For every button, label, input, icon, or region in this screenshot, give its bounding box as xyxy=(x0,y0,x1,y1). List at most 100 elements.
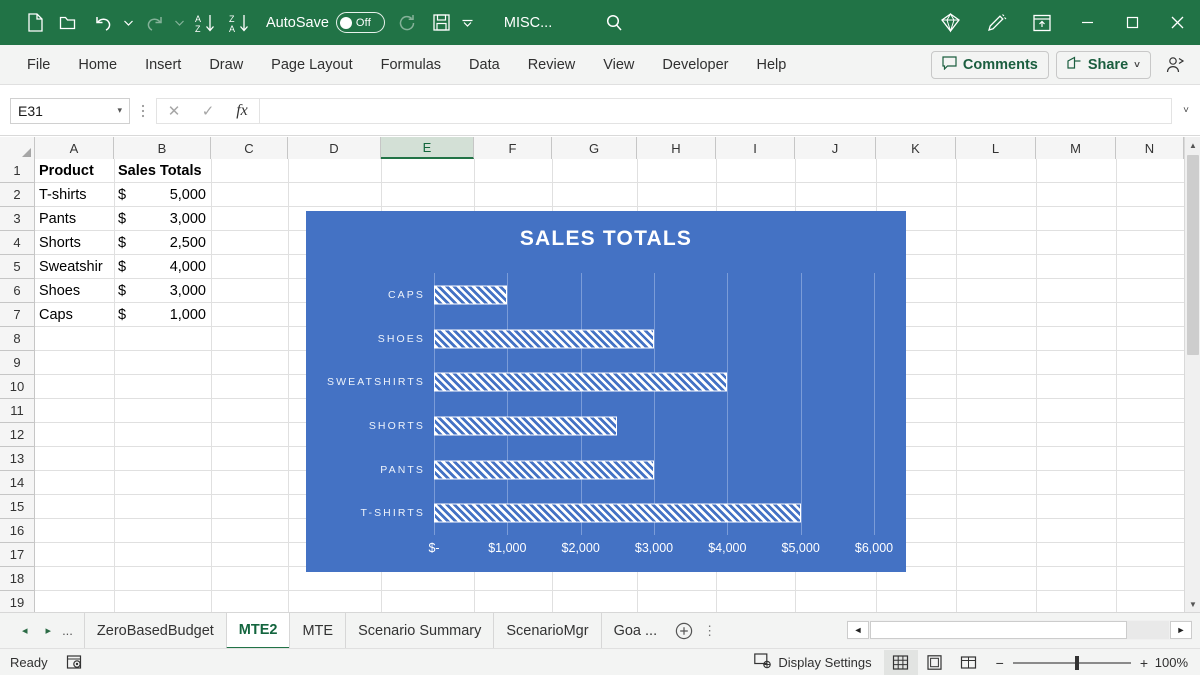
row-header-18[interactable]: 18 xyxy=(0,567,35,591)
column-header-d[interactable]: D xyxy=(288,137,381,159)
tab-review[interactable]: Review xyxy=(515,52,589,78)
name-box-chevron-down-icon[interactable]: ▾ xyxy=(117,105,122,116)
sheet-tab-scenario-summary[interactable]: Scenario Summary xyxy=(345,613,493,649)
cell-B3[interactable]: $3,000 xyxy=(114,207,210,230)
sheet-tab-scenariomgr[interactable]: ScenarioMgr xyxy=(493,613,600,649)
scroll-down-icon[interactable]: ▼ xyxy=(1185,596,1200,612)
sheet-tab-mte[interactable]: MTE xyxy=(289,613,345,649)
column-header-m[interactable]: M xyxy=(1036,137,1116,159)
cell-A1[interactable]: Product xyxy=(35,159,113,182)
name-box[interactable]: E31 ▾ xyxy=(10,98,130,124)
row-header-16[interactable]: 16 xyxy=(0,519,35,543)
open-folder-icon[interactable] xyxy=(52,7,86,39)
cell-B7[interactable]: $1,000 xyxy=(114,303,210,326)
column-header-j[interactable]: J xyxy=(795,137,876,159)
tab-draw[interactable]: Draw xyxy=(196,52,256,78)
row-header-5[interactable]: 5 xyxy=(0,255,35,279)
chart-bar[interactable] xyxy=(434,373,727,392)
vertical-scroll-thumb[interactable] xyxy=(1187,155,1199,355)
redo-icon[interactable] xyxy=(137,7,171,39)
cell-A7[interactable]: Caps xyxy=(35,303,113,326)
sheet-tab-goa[interactable]: Goa ... xyxy=(601,613,670,649)
autosave-control[interactable]: AutoSave Off xyxy=(266,12,385,33)
cell-A3[interactable]: Pants xyxy=(35,207,113,230)
cell-B6[interactable]: $3,000 xyxy=(114,279,210,302)
column-header-g[interactable]: G xyxy=(552,137,637,159)
tab-data[interactable]: Data xyxy=(456,52,513,78)
search-icon[interactable] xyxy=(592,0,638,45)
column-header-n[interactable]: N xyxy=(1116,137,1184,159)
zoom-in-button[interactable]: + xyxy=(1140,655,1148,671)
cell-A2[interactable]: T-shirts xyxy=(35,183,113,206)
share-person-icon[interactable] xyxy=(1158,50,1192,80)
enter-formula-icon[interactable]: ✓ xyxy=(191,98,225,124)
insert-function-icon[interactable]: fx xyxy=(225,98,259,124)
row-header-1[interactable]: 1 xyxy=(0,159,35,183)
column-header-h[interactable]: H xyxy=(637,137,716,159)
sort-ascending-icon[interactable]: AZ xyxy=(188,7,222,39)
zoom-out-button[interactable]: − xyxy=(996,655,1004,671)
zoom-control[interactable]: − + xyxy=(986,655,1148,671)
sort-descending-icon[interactable]: ZA xyxy=(222,7,256,39)
tab-view[interactable]: View xyxy=(590,52,647,78)
cell-A6[interactable]: Shoes xyxy=(35,279,113,302)
zoom-slider-thumb[interactable] xyxy=(1075,656,1079,670)
sheet-tab-mte2[interactable]: MTE2 xyxy=(226,613,290,649)
page-layout-view-button[interactable] xyxy=(918,650,952,675)
undo-caret-icon[interactable] xyxy=(120,7,137,39)
cell-B1[interactable]: Sales Totals xyxy=(114,159,210,182)
undo-icon[interactable] xyxy=(86,7,120,39)
cell-B2[interactable]: $5,000 xyxy=(114,183,210,206)
row-header-2[interactable]: 2 xyxy=(0,183,35,207)
chart-bar[interactable] xyxy=(434,285,507,304)
diamond-icon[interactable] xyxy=(927,0,973,45)
row-header-15[interactable]: 15 xyxy=(0,495,35,519)
column-header-b[interactable]: B xyxy=(114,137,211,159)
row-header-8[interactable]: 8 xyxy=(0,327,35,351)
row-header-19[interactable]: 19 xyxy=(0,591,35,612)
comments-button[interactable]: Comments xyxy=(931,51,1049,79)
pen-highlighter-icon[interactable] xyxy=(973,0,1019,45)
page-break-preview-button[interactable] xyxy=(952,650,986,675)
scroll-right-icon[interactable]: ► xyxy=(1170,621,1192,639)
maximize-button[interactable] xyxy=(1110,0,1155,45)
vertical-scrollbar[interactable]: ▲ ▼ xyxy=(1184,137,1200,612)
tab-page-layout[interactable]: Page Layout xyxy=(258,52,365,78)
scroll-left-icon[interactable]: ◄ xyxy=(847,621,869,639)
row-header-7[interactable]: 7 xyxy=(0,303,35,327)
sheet-overflow-dots[interactable]: ... xyxy=(62,623,73,638)
display-settings-button[interactable]: Display Settings xyxy=(754,653,883,672)
column-header-f[interactable]: F xyxy=(474,137,552,159)
column-header-i[interactable]: I xyxy=(716,137,795,159)
add-sheet-button[interactable] xyxy=(669,613,699,649)
sheet-more-options-icon[interactable]: ⋮ xyxy=(699,623,720,639)
row-header-6[interactable]: 6 xyxy=(0,279,35,303)
close-button[interactable] xyxy=(1155,0,1200,45)
chart-bar[interactable] xyxy=(434,416,617,435)
horizontal-scroll-track[interactable] xyxy=(870,621,1169,639)
column-header-l[interactable]: L xyxy=(956,137,1036,159)
expand-formula-bar-icon[interactable]: ˅ xyxy=(1172,98,1200,124)
chart-bar[interactable] xyxy=(434,504,801,523)
share-button[interactable]: Share ˅ xyxy=(1056,51,1151,79)
tab-home[interactable]: Home xyxy=(65,52,130,78)
column-header-e[interactable]: E xyxy=(381,137,474,159)
tab-help[interactable]: Help xyxy=(744,52,800,78)
document-name[interactable]: MISC... xyxy=(504,15,552,31)
ribbon-display-options-icon[interactable] xyxy=(1019,0,1065,45)
formula-input[interactable] xyxy=(259,98,1172,124)
chevron-down-icon[interactable]: ˅ xyxy=(1134,60,1140,71)
cell-A5[interactable]: Sweatshir xyxy=(35,255,113,278)
cell-B5[interactable]: $4,000 xyxy=(114,255,210,278)
autosave-toggle[interactable]: Off xyxy=(336,12,385,33)
tab-developer[interactable]: Developer xyxy=(649,52,741,78)
zoom-slider-track[interactable] xyxy=(1013,662,1131,664)
chart-bar[interactable] xyxy=(434,329,654,348)
horizontal-scroll-thumb[interactable] xyxy=(870,621,1127,639)
cancel-formula-icon[interactable]: ✕ xyxy=(157,98,191,124)
row-header-4[interactable]: 4 xyxy=(0,231,35,255)
sales-totals-chart[interactable]: SALES TOTALS $-$1,000$2,000$3,000$4,000$… xyxy=(306,211,906,572)
select-all-corner[interactable] xyxy=(0,137,35,159)
row-header-14[interactable]: 14 xyxy=(0,471,35,495)
row-header-11[interactable]: 11 xyxy=(0,399,35,423)
